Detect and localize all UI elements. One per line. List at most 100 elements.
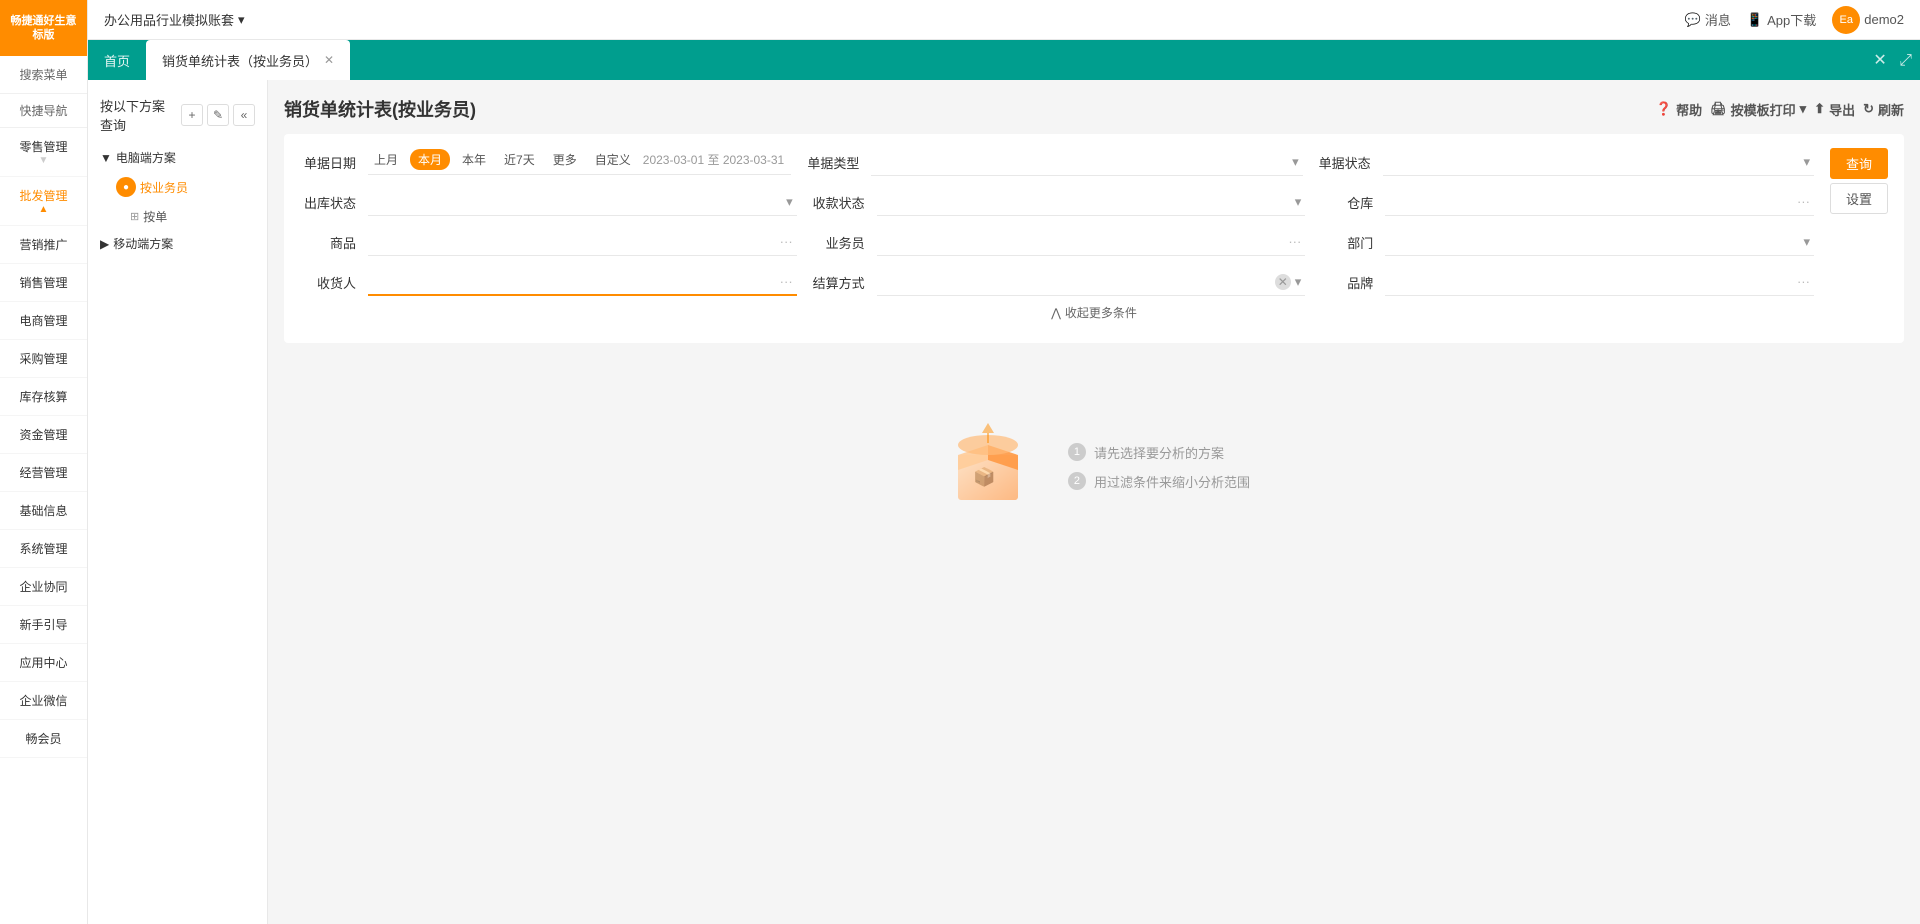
- tabbar: 首页 销货单统计表（按业务员） ✕ ✕ ⤢: [88, 40, 1920, 80]
- empty-state: 📦 1 请先选择要分析的方案 2 用过滤条件来缩小分析范围: [284, 355, 1904, 578]
- empty-tips: 1 请先选择要分析的方案 2 用过滤条件来缩小分析范围: [1068, 443, 1250, 491]
- message-button[interactable]: 💬 消息: [1685, 10, 1731, 29]
- sidebar-item-inventory[interactable]: 库存核算: [0, 378, 87, 416]
- desktop-scheme-group: ▼ 电脑端方案 ● 按业务员 ⊞ 按单: [88, 144, 267, 230]
- goods-label: 商品: [300, 233, 356, 252]
- sidebar-item-operations[interactable]: 经营管理: [0, 454, 87, 492]
- sidebar-item-basic[interactable]: 基础信息: [0, 492, 87, 530]
- warehouse-field[interactable]: ···: [1385, 188, 1814, 216]
- date-option-this-year[interactable]: 本年: [456, 149, 492, 170]
- sidebar-item-wholesale[interactable]: 批发管理 ▲: [0, 177, 87, 226]
- basic-label: 基础信息: [4, 502, 83, 519]
- sidebar-item-system[interactable]: 系统管理: [0, 530, 87, 568]
- refresh-icon: ↻: [1863, 101, 1874, 117]
- scheme-sub-item-order[interactable]: ⊞ 按单: [88, 203, 267, 230]
- doc-status-field[interactable]: ▾: [1383, 148, 1814, 176]
- page-title-text: 销货单统计表(按业务员): [284, 96, 476, 122]
- sidebar-item-ecommerce[interactable]: 电商管理: [0, 302, 87, 340]
- filter-area: 单据日期 上月 本月 本年 近7天 更多 自定义 2023-03-01 至 20…: [284, 134, 1904, 343]
- avatar: Ea: [1832, 6, 1860, 34]
- tab-home[interactable]: 首页: [88, 40, 146, 80]
- export-icon: ⬆: [1814, 101, 1825, 117]
- export-button[interactable]: ⬆ 导出: [1814, 100, 1855, 119]
- print-icon: 🖨: [1710, 101, 1727, 117]
- tab-sales-stat[interactable]: 销货单统计表（按业务员） ✕: [146, 40, 350, 80]
- topbar: 办公用品行业模拟账套 ▾ 💬 消息 📱 App下载 Ea demo2: [88, 0, 1920, 40]
- user-profile[interactable]: Ea demo2: [1832, 6, 1904, 34]
- desktop-scheme-title[interactable]: ▼ 电脑端方案: [88, 144, 267, 171]
- sidebar-item-sales[interactable]: 销售管理: [0, 264, 87, 302]
- goods-dots-icon: ···: [780, 234, 793, 249]
- dept-arrow-icon: ▾: [1803, 234, 1810, 250]
- settlement-label: 结算方式: [809, 273, 865, 292]
- collapse-chevron-icon: ⋀: [1051, 306, 1061, 320]
- sidebar-item-member[interactable]: 畅会员: [0, 720, 87, 758]
- template-print-button[interactable]: 🖨 按模板打印 ▾: [1710, 100, 1806, 119]
- desktop-scheme-arrow: ▼: [100, 151, 112, 165]
- set-button[interactable]: 设置: [1830, 183, 1888, 214]
- doc-type-label: 单据类型: [803, 153, 859, 172]
- sidebar-menu: 零售管理 ▼ 批发管理 ▲ 营销推广 销售管理 电商管理 采购管理 库存核算 资…: [0, 128, 87, 924]
- scheme-item-salesperson[interactable]: ● 按业务员: [88, 171, 267, 203]
- retail-label: 零售管理: [4, 138, 83, 155]
- date-option-custom[interactable]: 自定义: [589, 149, 637, 170]
- dropdown-arrow-icon: ▾: [238, 12, 245, 28]
- maximize-icon[interactable]: ⤢: [1899, 52, 1912, 69]
- date-option-7days[interactable]: 近7天: [498, 149, 541, 170]
- refresh-button[interactable]: ↻ 刷新: [1863, 100, 1904, 119]
- date-option-more[interactable]: 更多: [547, 149, 583, 170]
- settlement-field[interactable]: ✕ ▾: [877, 268, 1306, 296]
- help-button[interactable]: ❓ 帮助: [1656, 100, 1702, 119]
- wholesale-arrow: ▲: [4, 204, 83, 215]
- sidebar-item-marketing[interactable]: 营销推广: [0, 226, 87, 264]
- enterprise-label: 企业协同: [4, 578, 83, 595]
- account-selector[interactable]: 办公用品行业模拟账套 ▾: [104, 10, 245, 29]
- date-option-this-month[interactable]: 本月: [410, 149, 450, 170]
- date-label: 单据日期: [300, 153, 356, 172]
- filter-row-3: 商品 ··· 业务员 ··· 部门: [300, 228, 1814, 256]
- window-close-icon[interactable]: ✕ ⤢: [1865, 50, 1920, 70]
- settlement-clear-icon[interactable]: ✕: [1275, 274, 1291, 290]
- brand-field[interactable]: ···: [1385, 268, 1814, 296]
- sidebar-item-retail[interactable]: 零售管理 ▼: [0, 128, 87, 177]
- refresh-label: 刷新: [1878, 100, 1904, 119]
- marketing-label: 营销推广: [4, 236, 83, 253]
- query-button[interactable]: 查询: [1830, 148, 1888, 179]
- sidebar: 畅捷通好生意 标版 搜索菜单 快捷导航 零售管理 ▼ 批发管理 ▲ 营销推广 销…: [0, 0, 88, 924]
- doc-status-arrow-icon: ▾: [1803, 154, 1810, 170]
- tip-text-1: 请先选择要分析的方案: [1094, 443, 1224, 462]
- receiver-field[interactable]: ···: [368, 268, 797, 296]
- sidebar-item-enterprise[interactable]: 企业协同: [0, 568, 87, 606]
- sidebar-item-appstore[interactable]: 应用中心: [0, 644, 87, 682]
- collect-status-field[interactable]: ▾: [877, 188, 1306, 216]
- sidebar-item-finance[interactable]: 资金管理: [0, 416, 87, 454]
- doc-type-field[interactable]: ▾: [871, 148, 1302, 176]
- edit-scheme-icon[interactable]: ✎: [207, 104, 229, 126]
- collapse-panel-icon[interactable]: «: [233, 104, 255, 126]
- add-scheme-icon[interactable]: +: [181, 104, 203, 126]
- salesperson-field[interactable]: ···: [877, 228, 1306, 256]
- sidebar-search[interactable]: 搜索菜单: [0, 56, 87, 94]
- sidebar-item-newbie[interactable]: 新手引导: [0, 606, 87, 644]
- sidebar-item-wechat[interactable]: 企业微信: [0, 682, 87, 720]
- member-label: 畅会员: [4, 730, 83, 747]
- close-window-icon[interactable]: ✕: [1873, 52, 1886, 69]
- right-panel: 销货单统计表(按业务员) ❓ 帮助 🖨 按模板打印 ▾ ⬆ 导出: [268, 80, 1920, 924]
- mobile-scheme-group[interactable]: ▶ 移动端方案: [88, 230, 267, 257]
- empty-svg-icon: 📦: [938, 415, 1038, 515]
- date-option-last-month[interactable]: 上月: [368, 149, 404, 170]
- finance-label: 资金管理: [4, 426, 83, 443]
- ecommerce-label: 电商管理: [4, 312, 83, 329]
- wechat-label: 企业微信: [4, 692, 83, 709]
- sidebar-item-purchase[interactable]: 采购管理: [0, 340, 87, 378]
- dept-field[interactable]: ▾: [1385, 228, 1814, 256]
- empty-tip-1: 1 请先选择要分析的方案: [1068, 443, 1250, 462]
- out-status-field[interactable]: ▾: [368, 188, 797, 216]
- brand-label: 品牌: [1317, 273, 1373, 292]
- app-download-button[interactable]: 📱 App下载: [1747, 10, 1816, 29]
- collapse-button[interactable]: ⋀ 收起更多条件: [300, 296, 1888, 329]
- tab-close-icon[interactable]: ✕: [324, 53, 334, 67]
- sidebar-quick-nav[interactable]: 快捷导航: [0, 94, 87, 128]
- collect-status-label: 收款状态: [809, 193, 865, 212]
- goods-field[interactable]: ···: [368, 228, 797, 256]
